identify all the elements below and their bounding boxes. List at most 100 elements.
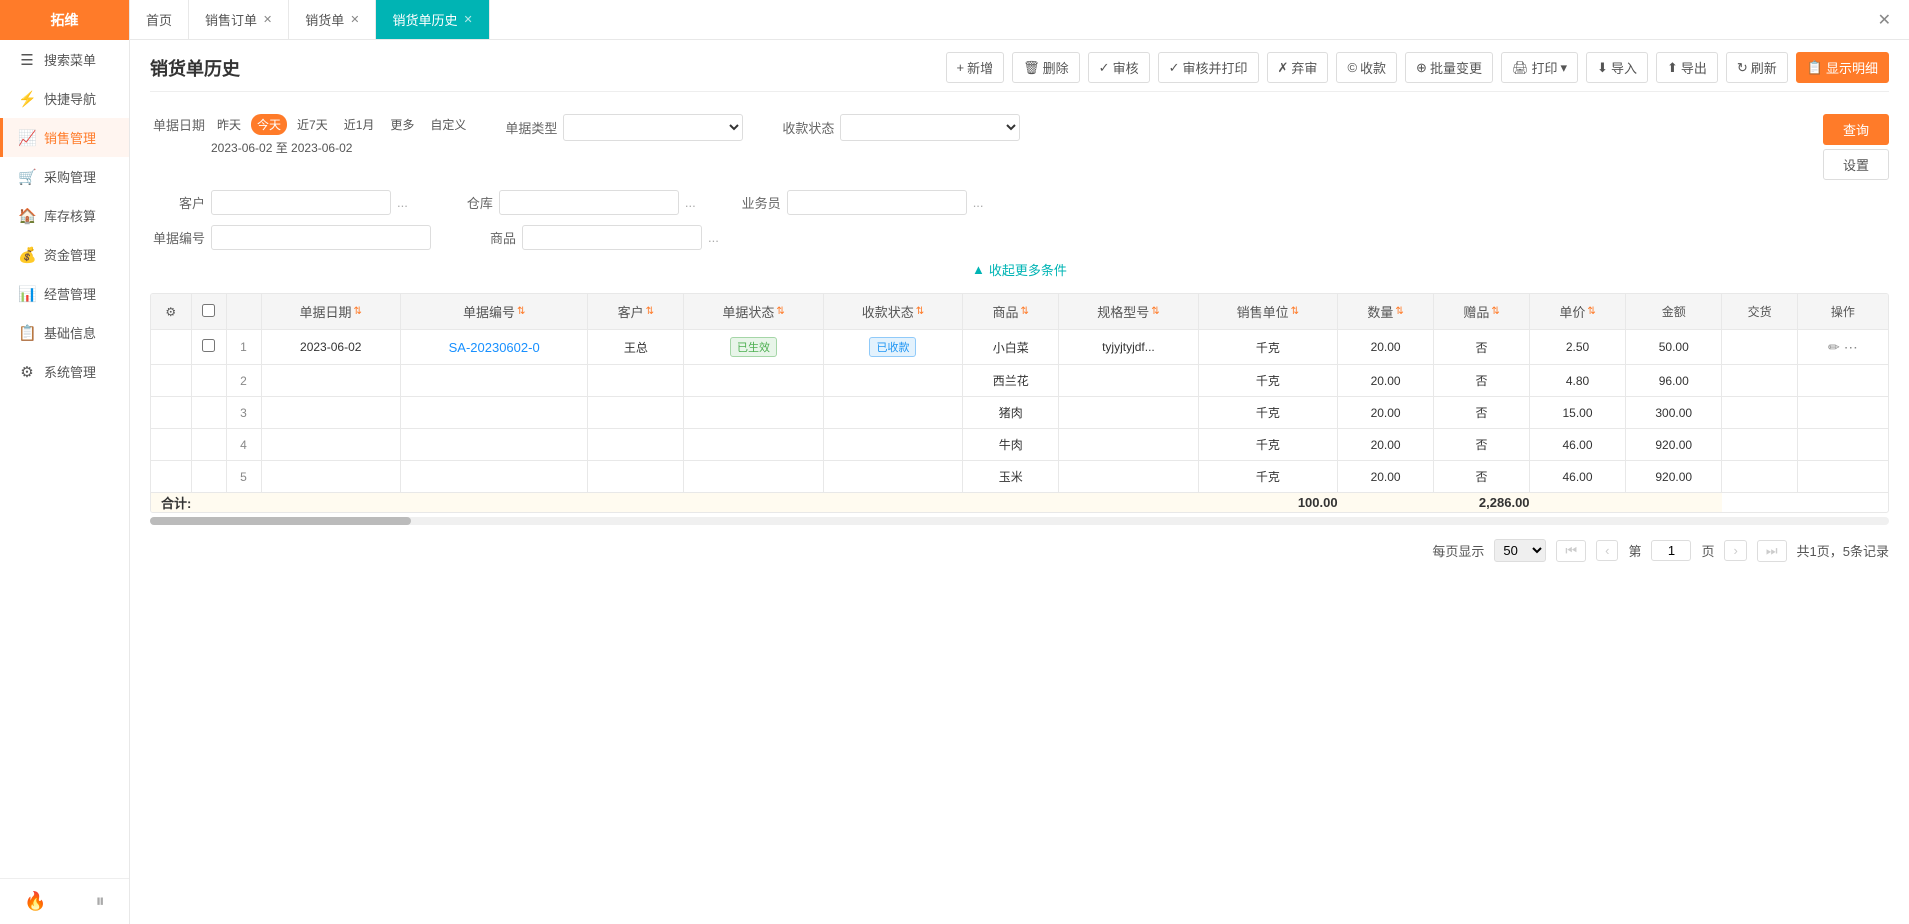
cell-doc-date — [261, 461, 400, 493]
sidebar-item-inventory-calc[interactable]: 🏠 库存核算 — [0, 196, 129, 235]
goods-input[interactable] — [522, 225, 702, 250]
audit-print-button[interactable]: ✓ 审核并打印 — [1158, 52, 1259, 83]
tab-bar-close-btn[interactable]: ✕ — [1870, 6, 1899, 34]
col-qty[interactable]: 数量 ⇅ — [1338, 294, 1434, 330]
col-gift[interactable]: 赠品 ⇅ — [1434, 294, 1530, 330]
sidebar-pause-btn[interactable]: ⏸ — [92, 887, 109, 916]
customer-picker-icon[interactable]: ... — [397, 195, 408, 210]
sidebar-item-basic-info[interactable]: 📋 基础信息 — [0, 313, 129, 352]
sidebar-item-quick-nav[interactable]: ⚡ 快捷导航 — [0, 79, 129, 118]
receive-button[interactable]: © 收款 — [1336, 52, 1397, 83]
tab-sales-goods[interactable]: 销货单 ✕ — [289, 0, 376, 39]
col-unit[interactable]: 销售单位 ⇅ — [1198, 294, 1337, 330]
col-doc-no[interactable]: 单据编号 ⇅ — [400, 294, 587, 330]
new-button[interactable]: + 新增 — [946, 52, 1005, 83]
select-all-checkbox[interactable] — [202, 304, 215, 317]
col-price[interactable]: 单价 ⇅ — [1530, 294, 1626, 330]
payment-status-select[interactable] — [840, 114, 1020, 141]
next-page-btn[interactable]: › — [1724, 540, 1746, 561]
tab-home[interactable]: 首页 — [130, 0, 189, 39]
show-detail-button[interactable]: 📋 显示明细 — [1796, 52, 1889, 83]
warehouse-picker-icon[interactable]: ... — [685, 195, 696, 210]
delete-label: 删除 — [1043, 58, 1069, 77]
row-checkbox[interactable] — [202, 339, 215, 352]
print-button[interactable]: 🖨 打印 ▾ — [1501, 52, 1578, 83]
cell-gift: 否 — [1434, 397, 1530, 429]
last-page-btn[interactable]: ⏭ — [1757, 540, 1787, 562]
horizontal-scrollbar[interactable] — [150, 517, 1889, 525]
batch-change-icon: ⊕ — [1416, 60, 1427, 76]
sort-payment-status-icon: ⇅ — [916, 306, 924, 317]
export-button[interactable]: ⬆ 导出 — [1656, 52, 1718, 83]
cell-goods: 玉米 — [963, 461, 1059, 493]
sort-price-icon: ⇅ — [1587, 306, 1595, 317]
tab-sales-history[interactable]: 销货单历史 ✕ — [376, 0, 489, 39]
sidebar-item-sales-mgmt[interactable]: 📈 销售管理 — [0, 118, 129, 157]
col-settings[interactable]: ⚙ — [151, 294, 191, 330]
col-payment-status[interactable]: 收款状态 ⇅ — [823, 294, 962, 330]
cell-transaction — [1722, 397, 1797, 429]
more-action-icon[interactable]: ⋯ — [1844, 339, 1858, 355]
abandon-button[interactable]: ✗ 弃审 — [1267, 52, 1329, 83]
cell-unit: 千克 — [1198, 365, 1337, 397]
tab-sales-order[interactable]: 销售订单 ✕ — [189, 0, 289, 39]
batch-change-button[interactable]: ⊕ 批量变更 — [1405, 52, 1493, 83]
sidebar-item-operations-mgmt[interactable]: 📊 经营管理 — [0, 274, 129, 313]
doc-no-input[interactable] — [211, 225, 431, 250]
audit-button[interactable]: ✓ 审核 — [1088, 52, 1150, 83]
cell-checkbox[interactable] — [191, 397, 226, 429]
prev-page-btn[interactable]: ‹ — [1596, 540, 1618, 561]
date-7days[interactable]: 近7天 — [291, 114, 334, 135]
cell-doc-status: 已生效 — [684, 330, 823, 365]
customer-input[interactable] — [211, 190, 391, 215]
col-doc-status[interactable]: 单据状态 ⇅ — [684, 294, 823, 330]
warehouse-input[interactable] — [499, 190, 679, 215]
cell-checkbox[interactable] — [191, 365, 226, 397]
sidebar-item-search-menu[interactable]: ☰ 搜索菜单 — [0, 40, 129, 79]
cell-gift: 否 — [1434, 365, 1530, 397]
sidebar-item-label: 基础信息 — [44, 323, 96, 342]
sidebar-item-funds-mgmt[interactable]: 💰 资金管理 — [0, 235, 129, 274]
col-customer[interactable]: 客户 ⇅ — [588, 294, 684, 330]
cell-checkbox[interactable] — [191, 429, 226, 461]
col-spec[interactable]: 规格型号 ⇅ — [1059, 294, 1198, 330]
summary-empty1 — [1338, 493, 1434, 513]
col-goods[interactable]: 商品 ⇅ — [963, 294, 1059, 330]
sidebar-item-label: 采购管理 — [44, 167, 96, 186]
goods-picker-icon[interactable]: ... — [708, 230, 719, 245]
sidebar-item-purchase-mgmt[interactable]: 🛒 采购管理 — [0, 157, 129, 196]
cell-checkbox[interactable] — [191, 330, 226, 365]
sidebar-item-label: 资金管理 — [44, 245, 96, 264]
import-button[interactable]: ⬇ 导入 — [1586, 52, 1648, 83]
cell-doc-date — [261, 365, 400, 397]
tab-sales-order-close[interactable]: ✕ — [263, 13, 272, 26]
tab-sales-history-close[interactable]: ✕ — [464, 13, 473, 26]
date-today[interactable]: 今天 — [251, 114, 287, 135]
date-custom[interactable]: 自定义 — [424, 114, 472, 135]
date-1month[interactable]: 近1月 — [338, 114, 381, 135]
col-amount: 金额 — [1626, 294, 1722, 330]
collapse-button[interactable]: ▲ 收起更多条件 — [150, 256, 1889, 283]
col-doc-date[interactable]: 单据日期 ⇅ — [261, 294, 400, 330]
date-yesterday[interactable]: 昨天 — [211, 114, 247, 135]
doc-no-link[interactable]: SA-20230602-0 — [449, 340, 540, 355]
salesperson-picker-icon[interactable]: ... — [973, 195, 984, 210]
audit-print-label: 审核并打印 — [1183, 58, 1248, 77]
refresh-button[interactable]: ↻ 刷新 — [1726, 52, 1788, 83]
sidebar-fire-btn[interactable]: 🔥 — [20, 887, 50, 916]
salesperson-input[interactable] — [787, 190, 967, 215]
date-more[interactable]: 更多 — [384, 114, 420, 135]
query-button[interactable]: 查询 — [1823, 114, 1889, 145]
doc-type-select[interactable] — [563, 114, 743, 141]
scrollbar-thumb[interactable] — [150, 517, 411, 525]
current-page-input[interactable] — [1651, 540, 1691, 561]
edit-action-icon[interactable]: ✏ — [1828, 339, 1840, 355]
sidebar-item-sys-mgmt[interactable]: ⚙ 系统管理 — [0, 352, 129, 391]
cell-checkbox[interactable] — [191, 461, 226, 493]
delete-button[interactable]: 🗑 删除 — [1012, 52, 1080, 83]
tab-sales-goods-close[interactable]: ✕ — [350, 13, 359, 26]
page-size-select[interactable]: 50 100 200 — [1494, 539, 1546, 562]
first-page-btn[interactable]: ⏮ — [1556, 540, 1586, 562]
settings-button[interactable]: 设置 — [1823, 149, 1889, 180]
col-transaction: 交货 — [1722, 294, 1797, 330]
